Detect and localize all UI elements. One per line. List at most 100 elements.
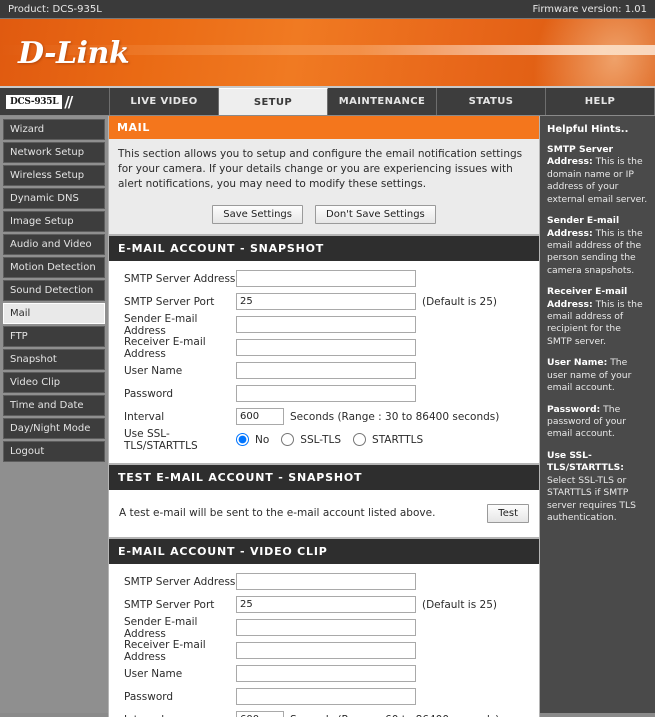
row-videoclip-username: User Name [109, 664, 539, 684]
hint-smtp-server-address: SMTP Server Address: This is the domain … [547, 144, 648, 206]
snapshot-ssl-radio-ssltls[interactable] [281, 433, 295, 447]
row-snapshot-sender: Sender E-mail Address [109, 313, 539, 337]
videoclip-smtp-port-input[interactable] [236, 596, 416, 614]
sidebar-item-ftp[interactable]: FTP [3, 326, 105, 347]
test-account-description: A test e-mail will be sent to the e-mail… [119, 507, 436, 520]
snapshot-password-input[interactable] [236, 385, 416, 403]
mail-description: This section allows you to setup and con… [118, 148, 523, 191]
videoclip-account-form: SMTP Server Address SMTP Server Port (De… [109, 564, 539, 717]
snapshot-smtp-address-input[interactable] [236, 270, 416, 288]
sidebar-item-image-setup[interactable]: Image Setup [3, 211, 105, 232]
label-snapshot-password: Password [124, 387, 174, 400]
sidebar-item-logout[interactable]: Logout [3, 441, 105, 462]
sidebar-item-network-setup[interactable]: Network Setup [3, 142, 105, 163]
label-snapshot-ssl: Use SSL-TLS/STARTTLS [124, 427, 198, 452]
videoclip-smtp-port-hint: (Default is 25) [422, 598, 497, 611]
row-videoclip-interval: Interval Seconds (Range : 60 to 86400 se… [109, 710, 539, 717]
model-badge: DCS-935L // [0, 88, 110, 115]
videoclip-account-panel: E-MAIL ACCOUNT - VIDEO CLIP SMTP Server … [108, 537, 540, 717]
row-snapshot-smtp-address: SMTP Server Address [109, 269, 539, 289]
hint-heading: Use SSL-TLS/STARTTLS: [547, 449, 624, 474]
videoclip-receiver-input[interactable] [236, 642, 416, 660]
hint-heading: Password: [547, 403, 601, 415]
tab-status[interactable]: STATUS [437, 88, 546, 115]
hint-receiver-email-address: Receiver E-mail Address: This is the ema… [547, 286, 648, 348]
row-videoclip-receiver: Receiver E-mail Address [109, 638, 539, 663]
snapshot-ssl-label-no: No [255, 433, 270, 446]
hint-password: Password: The password of your email acc… [547, 404, 648, 441]
sidebar-item-wizard[interactable]: Wizard [3, 119, 105, 140]
row-videoclip-sender: Sender E-mail Address [109, 616, 539, 640]
sidebar-item-wireless-setup[interactable]: Wireless Setup [3, 165, 105, 186]
snapshot-account-title: E-MAIL ACCOUNT - SNAPSHOT [109, 234, 539, 261]
mail-panel-body: This section allows you to setup and con… [109, 139, 539, 234]
dlink-camera-config-page: Product: DCS-935L Firmware version: 1.01… [0, 0, 655, 717]
tab-help[interactable]: HELP [546, 88, 655, 115]
snapshot-ssl-label-starttls: STARTTLS [372, 433, 424, 446]
label-snapshot-smtp-port: SMTP Server Port [124, 295, 215, 308]
row-snapshot-interval: Interval Seconds (Range : 30 to 86400 se… [109, 407, 539, 427]
label-videoclip-receiver: Receiver E-mail Address [124, 638, 206, 663]
label-videoclip-password: Password [124, 690, 174, 703]
snapshot-ssl-radio-starttls[interactable] [353, 433, 367, 447]
hint-text: Select SSL-TLS or STARTTLS if SMTP serve… [547, 474, 636, 523]
hint-heading: User Name: [547, 357, 608, 369]
tab-setup[interactable]: SETUP [219, 88, 328, 115]
label-snapshot-smtp-address: SMTP Server Address [124, 272, 236, 285]
snapshot-receiver-input[interactable] [236, 339, 416, 357]
test-button[interactable]: Test [487, 503, 529, 523]
label-snapshot-username: User Name [124, 364, 183, 377]
test-account-title: TEST E-MAIL ACCOUNT - SNAPSHOT [109, 463, 539, 490]
main-content: MAIL This section allows you to setup an… [108, 116, 540, 717]
snapshot-sender-input[interactable] [236, 316, 416, 334]
sidebar-item-audio-and-video[interactable]: Audio and Video [3, 234, 105, 255]
dlink-logo: D-Link [18, 36, 130, 71]
sidebar-item-motion-detection[interactable]: Motion Detection [3, 257, 105, 278]
slash-icon: // [64, 92, 73, 111]
row-videoclip-smtp-port: SMTP Server Port (Default is 25) [109, 595, 539, 615]
sidebar-navigation: Wizard Network Setup Wireless Setup Dyna… [0, 116, 108, 713]
videoclip-interval-input[interactable] [236, 711, 284, 717]
snapshot-interval-input[interactable] [236, 408, 284, 426]
sidebar-item-snapshot[interactable]: Snapshot [3, 349, 105, 370]
dont-save-settings-button[interactable]: Don't Save Settings [315, 204, 436, 224]
sidebar-item-sound-detection[interactable]: Sound Detection [3, 280, 105, 301]
snapshot-username-input[interactable] [236, 362, 416, 380]
hint-user-name: User Name: The user name of your email a… [547, 357, 648, 394]
label-snapshot-receiver: Receiver E-mail Address [124, 335, 206, 360]
videoclip-smtp-address-input[interactable] [236, 573, 416, 591]
hint-sender-email-address: Sender E-mail Address: This is the email… [547, 215, 648, 277]
snapshot-account-form: SMTP Server Address SMTP Server Port (De… [109, 261, 539, 463]
sidebar-item-dynamic-dns[interactable]: Dynamic DNS [3, 188, 105, 209]
snapshot-smtp-port-input[interactable] [236, 293, 416, 311]
sidebar-item-mail[interactable]: Mail [3, 303, 105, 324]
row-snapshot-password: Password [109, 384, 539, 404]
sidebar-item-video-clip[interactable]: Video Clip [3, 372, 105, 393]
tab-live-video[interactable]: LIVE VIDEO [110, 88, 219, 115]
videoclip-sender-input[interactable] [236, 619, 416, 637]
label-videoclip-username: User Name [124, 667, 183, 680]
product-bar: Product: DCS-935L Firmware version: 1.01 [0, 0, 655, 19]
snapshot-ssl-label-ssltls: SSL-TLS [300, 433, 342, 446]
row-snapshot-receiver: Receiver E-mail Address [109, 335, 539, 360]
brand-banner: D-Link [0, 19, 655, 88]
helpful-hints-panel: Helpful Hints.. SMTP Server Address: Thi… [540, 116, 655, 713]
helpful-hints-title: Helpful Hints.. [547, 124, 629, 135]
test-account-panel: TEST E-MAIL ACCOUNT - SNAPSHOT A test e-… [108, 463, 540, 538]
tab-maintenance[interactable]: MAINTENANCE [328, 88, 437, 115]
snapshot-ssl-radio-group: No SSL-TLS STARTTLS [236, 433, 431, 447]
page-body: Wizard Network Setup Wireless Setup Dyna… [0, 116, 655, 717]
mail-panel-title: MAIL [109, 116, 539, 139]
label-videoclip-smtp-port: SMTP Server Port [124, 598, 215, 611]
sidebar-item-day-night-mode[interactable]: Day/Night Mode [3, 418, 105, 439]
sidebar-item-time-and-date[interactable]: Time and Date [3, 395, 105, 416]
snapshot-ssl-radio-no[interactable] [236, 433, 249, 447]
videoclip-password-input[interactable] [236, 688, 416, 706]
label-snapshot-interval: Interval [124, 410, 165, 423]
row-snapshot-smtp-port: SMTP Server Port (Default is 25) [109, 292, 539, 312]
videoclip-username-input[interactable] [236, 665, 416, 683]
save-settings-button[interactable]: Save Settings [212, 204, 303, 224]
label-videoclip-interval: Interval [124, 714, 236, 717]
model-chip-label: DCS-935L [6, 94, 63, 109]
test-account-body: A test e-mail will be sent to the e-mail… [109, 490, 539, 537]
